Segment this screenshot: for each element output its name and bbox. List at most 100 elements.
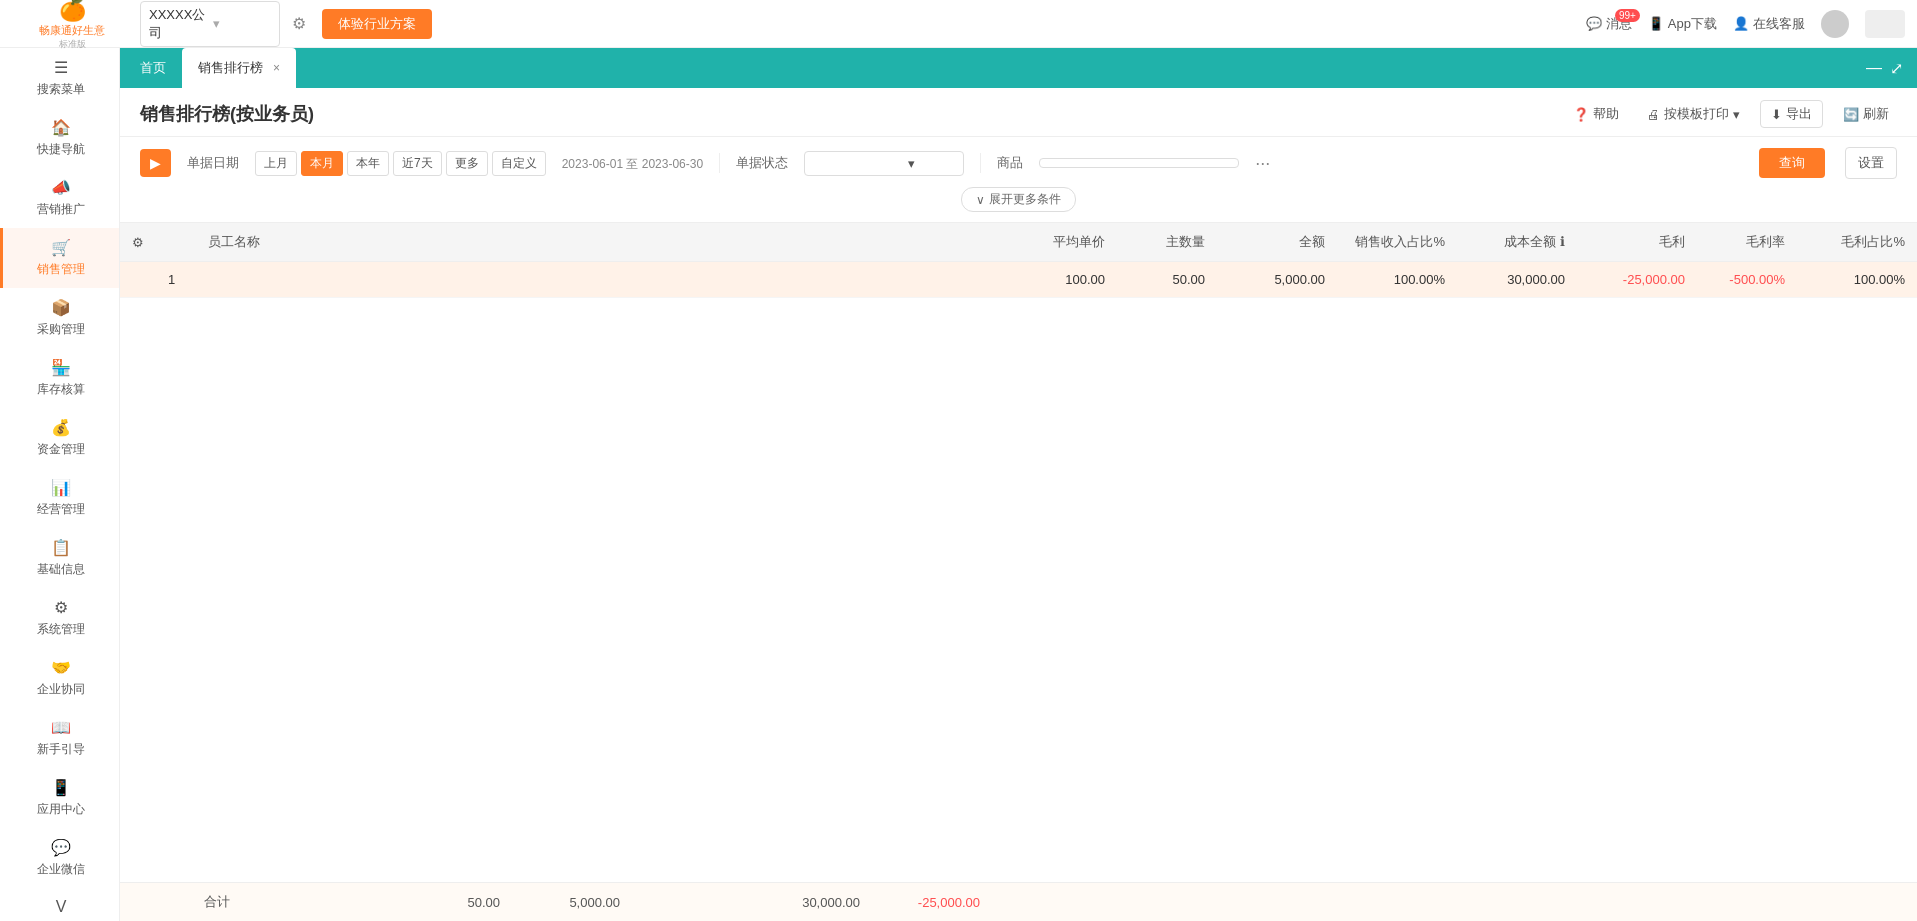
sidebar-icon-0: ☰ [54, 58, 68, 77]
tab-sales-ranking[interactable]: 销售排行榜 × [182, 48, 296, 88]
date-more[interactable]: 更多 [446, 151, 488, 176]
footer-total-label: 合计 [192, 893, 312, 911]
sidebar-item-1[interactable]: 🏠快捷导航 [0, 108, 119, 168]
app-download-button[interactable]: 📱 App下载 [1648, 15, 1717, 33]
download-icon: 📱 [1648, 16, 1664, 31]
sidebar-icon-4: 📦 [51, 298, 71, 317]
date-this-month[interactable]: 本月 [301, 151, 343, 176]
export-icon: ⬇ [1771, 107, 1782, 122]
maximize-button[interactable]: ⤢ [1890, 59, 1903, 78]
sidebar: ☰搜索菜单🏠快捷导航📣营销推广🛒销售管理 📦 采购管理 🏪 库存核算 💰资金管理📊经营管理… [0, 48, 120, 921]
avatar[interactable] [1821, 10, 1849, 38]
date-this-year[interactable]: 本年 [347, 151, 389, 176]
col-total: 全额 [1217, 223, 1337, 262]
sidebar-item-12[interactable]: 📱应用中心 [0, 768, 119, 828]
table-settings-button[interactable]: 设置 [1845, 147, 1897, 179]
sidebar-item-2[interactable]: 📣营销推广 [0, 168, 119, 228]
user-name-area[interactable] [1865, 10, 1905, 38]
sidebar-item-7[interactable]: 📊经营管理 [0, 468, 119, 528]
date-custom[interactable]: 自定义 [492, 151, 546, 176]
sidebar-label-6: 资金管理 [37, 441, 85, 458]
print-arrow: ▾ [1733, 107, 1740, 122]
sidebar-icon-8: 📋 [51, 538, 71, 557]
expand-chevron-icon: ∨ [976, 193, 985, 207]
sidebar-item-13[interactable]: 💬 企业微信 [0, 828, 119, 888]
top-right-area: 💬 消息 99+ 📱 App下载 👤 在线客服 [1586, 10, 1905, 38]
sidebar-label-4: 采购管理 [37, 321, 85, 338]
sidebar-icon-5: 🏪 [51, 358, 71, 377]
refresh-label: 刷新 [1863, 105, 1889, 123]
tab-bar: 首页 销售排行榜 × — ⤢ [120, 48, 1917, 88]
status-label: 单据状态 [736, 154, 788, 172]
app-download-label: App下载 [1668, 15, 1717, 33]
date-range-display: 2023-06-01 至 2023-06-30 [562, 156, 703, 173]
logo-sub: 标准版 [59, 38, 86, 51]
date-last-month[interactable]: 上月 [255, 151, 297, 176]
sidebar-item-4[interactable]: 📦 采购管理 [0, 288, 119, 348]
expand-label: 展开更多条件 [989, 191, 1061, 208]
message-icon: 💬 [1586, 16, 1602, 31]
help-icon: ❓ [1573, 107, 1589, 122]
sidebar-label-10: 企业协同 [37, 681, 85, 698]
table-footer: 合计 50.00 5,000.00 30,000.00 -25,000.00 [120, 882, 1917, 921]
footer-qty: 50.00 [412, 895, 512, 910]
date-label: 单据日期 [187, 154, 239, 172]
sidebar-item-10[interactable]: 🤝 企业协同 [0, 648, 119, 708]
export-label: 导出 [1786, 105, 1812, 123]
sidebar-icon-12: 📱 [51, 778, 71, 797]
online-service-button[interactable]: 👤 在线客服 [1733, 15, 1805, 33]
refresh-button[interactable]: 🔄 刷新 [1835, 101, 1897, 127]
goods-label: 商品 [997, 154, 1023, 172]
sidebar-item-5[interactable]: 🏪 库存核算 [0, 348, 119, 408]
online-service-label: 在线客服 [1753, 15, 1805, 33]
sidebar-item-11[interactable]: 📖新手引导 [0, 708, 119, 768]
sidebar-icon-14: V [56, 898, 67, 916]
sidebar-item-8[interactable]: 📋基础信息 [0, 528, 119, 588]
col-qty: 主数量 [1117, 223, 1217, 262]
help-button[interactable]: ❓ 帮助 [1565, 101, 1627, 127]
status-select[interactable]: ▾ [804, 151, 964, 176]
col-employee-name: 员工名称 [196, 223, 1017, 262]
minimize-button[interactable]: — [1866, 59, 1882, 78]
filter-divider-2 [980, 153, 981, 173]
expand-more-button[interactable]: ∨ 展开更多条件 [961, 187, 1076, 212]
sidebar-icon-11: 📖 [51, 718, 71, 737]
query-button[interactable]: 查询 [1759, 148, 1825, 178]
sidebar-item-9[interactable]: ⚙ 系统管理 [0, 588, 119, 648]
sidebar-item-14[interactable]: V畅会员 [0, 888, 119, 921]
refresh-icon: 🔄 [1843, 107, 1859, 122]
sidebar-item-0[interactable]: ☰搜索菜单 [0, 48, 119, 108]
date-7days[interactable]: 近7天 [393, 151, 442, 176]
col-settings[interactable]: ⚙ [120, 223, 156, 262]
sidebar-label-5: 库存核算 [37, 381, 85, 398]
table-row[interactable]: 1 100.00 50.00 5,000.00 100.00% 30,000.0… [120, 262, 1917, 298]
col-avg-price: 平均单价 [1017, 223, 1117, 262]
company-selector[interactable]: XXXXX公司 ▾ [140, 1, 280, 47]
print-icon: 🖨 [1647, 107, 1660, 122]
goods-input[interactable] [1039, 158, 1239, 168]
sidebar-item-3[interactable]: 🛒销售管理 [0, 228, 119, 288]
sidebar-icon-3: 🛒 [51, 238, 71, 257]
sidebar-icon-2: 📣 [51, 178, 71, 197]
sidebar-item-6[interactable]: 💰资金管理 [0, 408, 119, 468]
export-button[interactable]: ⬇ 导出 [1760, 100, 1823, 128]
footer-cost: 30,000.00 [752, 895, 872, 910]
settings-gear-button[interactable]: ⚙ [288, 10, 310, 37]
sidebar-label-13: 企业微信 [37, 861, 85, 878]
tab-close-icon[interactable]: × [273, 61, 280, 75]
sidebar-label-9: 系统管理 [37, 621, 85, 638]
sidebar-icon-9: ⚙ [54, 598, 68, 617]
filter-expand-arrow[interactable]: ▶ [140, 149, 171, 177]
trial-button[interactable]: 体验行业方案 [322, 9, 432, 39]
sidebar-icon-1: 🏠 [51, 118, 71, 137]
row-profit: -25,000.00 [1577, 262, 1697, 298]
sidebar-icon-10: 🤝 [51, 658, 71, 677]
messages-button[interactable]: 💬 消息 99+ [1586, 15, 1632, 33]
sidebar-icon-13: 💬 [51, 838, 71, 857]
row-settings[interactable] [120, 262, 156, 298]
more-conditions-dots[interactable]: ··· [1255, 153, 1270, 174]
tab-home[interactable]: 首页 [124, 48, 182, 88]
print-button[interactable]: 🖨 按模板打印 ▾ [1639, 101, 1748, 127]
row-profit-rate: -500.00% [1697, 262, 1797, 298]
filter-divider-1 [719, 153, 720, 173]
